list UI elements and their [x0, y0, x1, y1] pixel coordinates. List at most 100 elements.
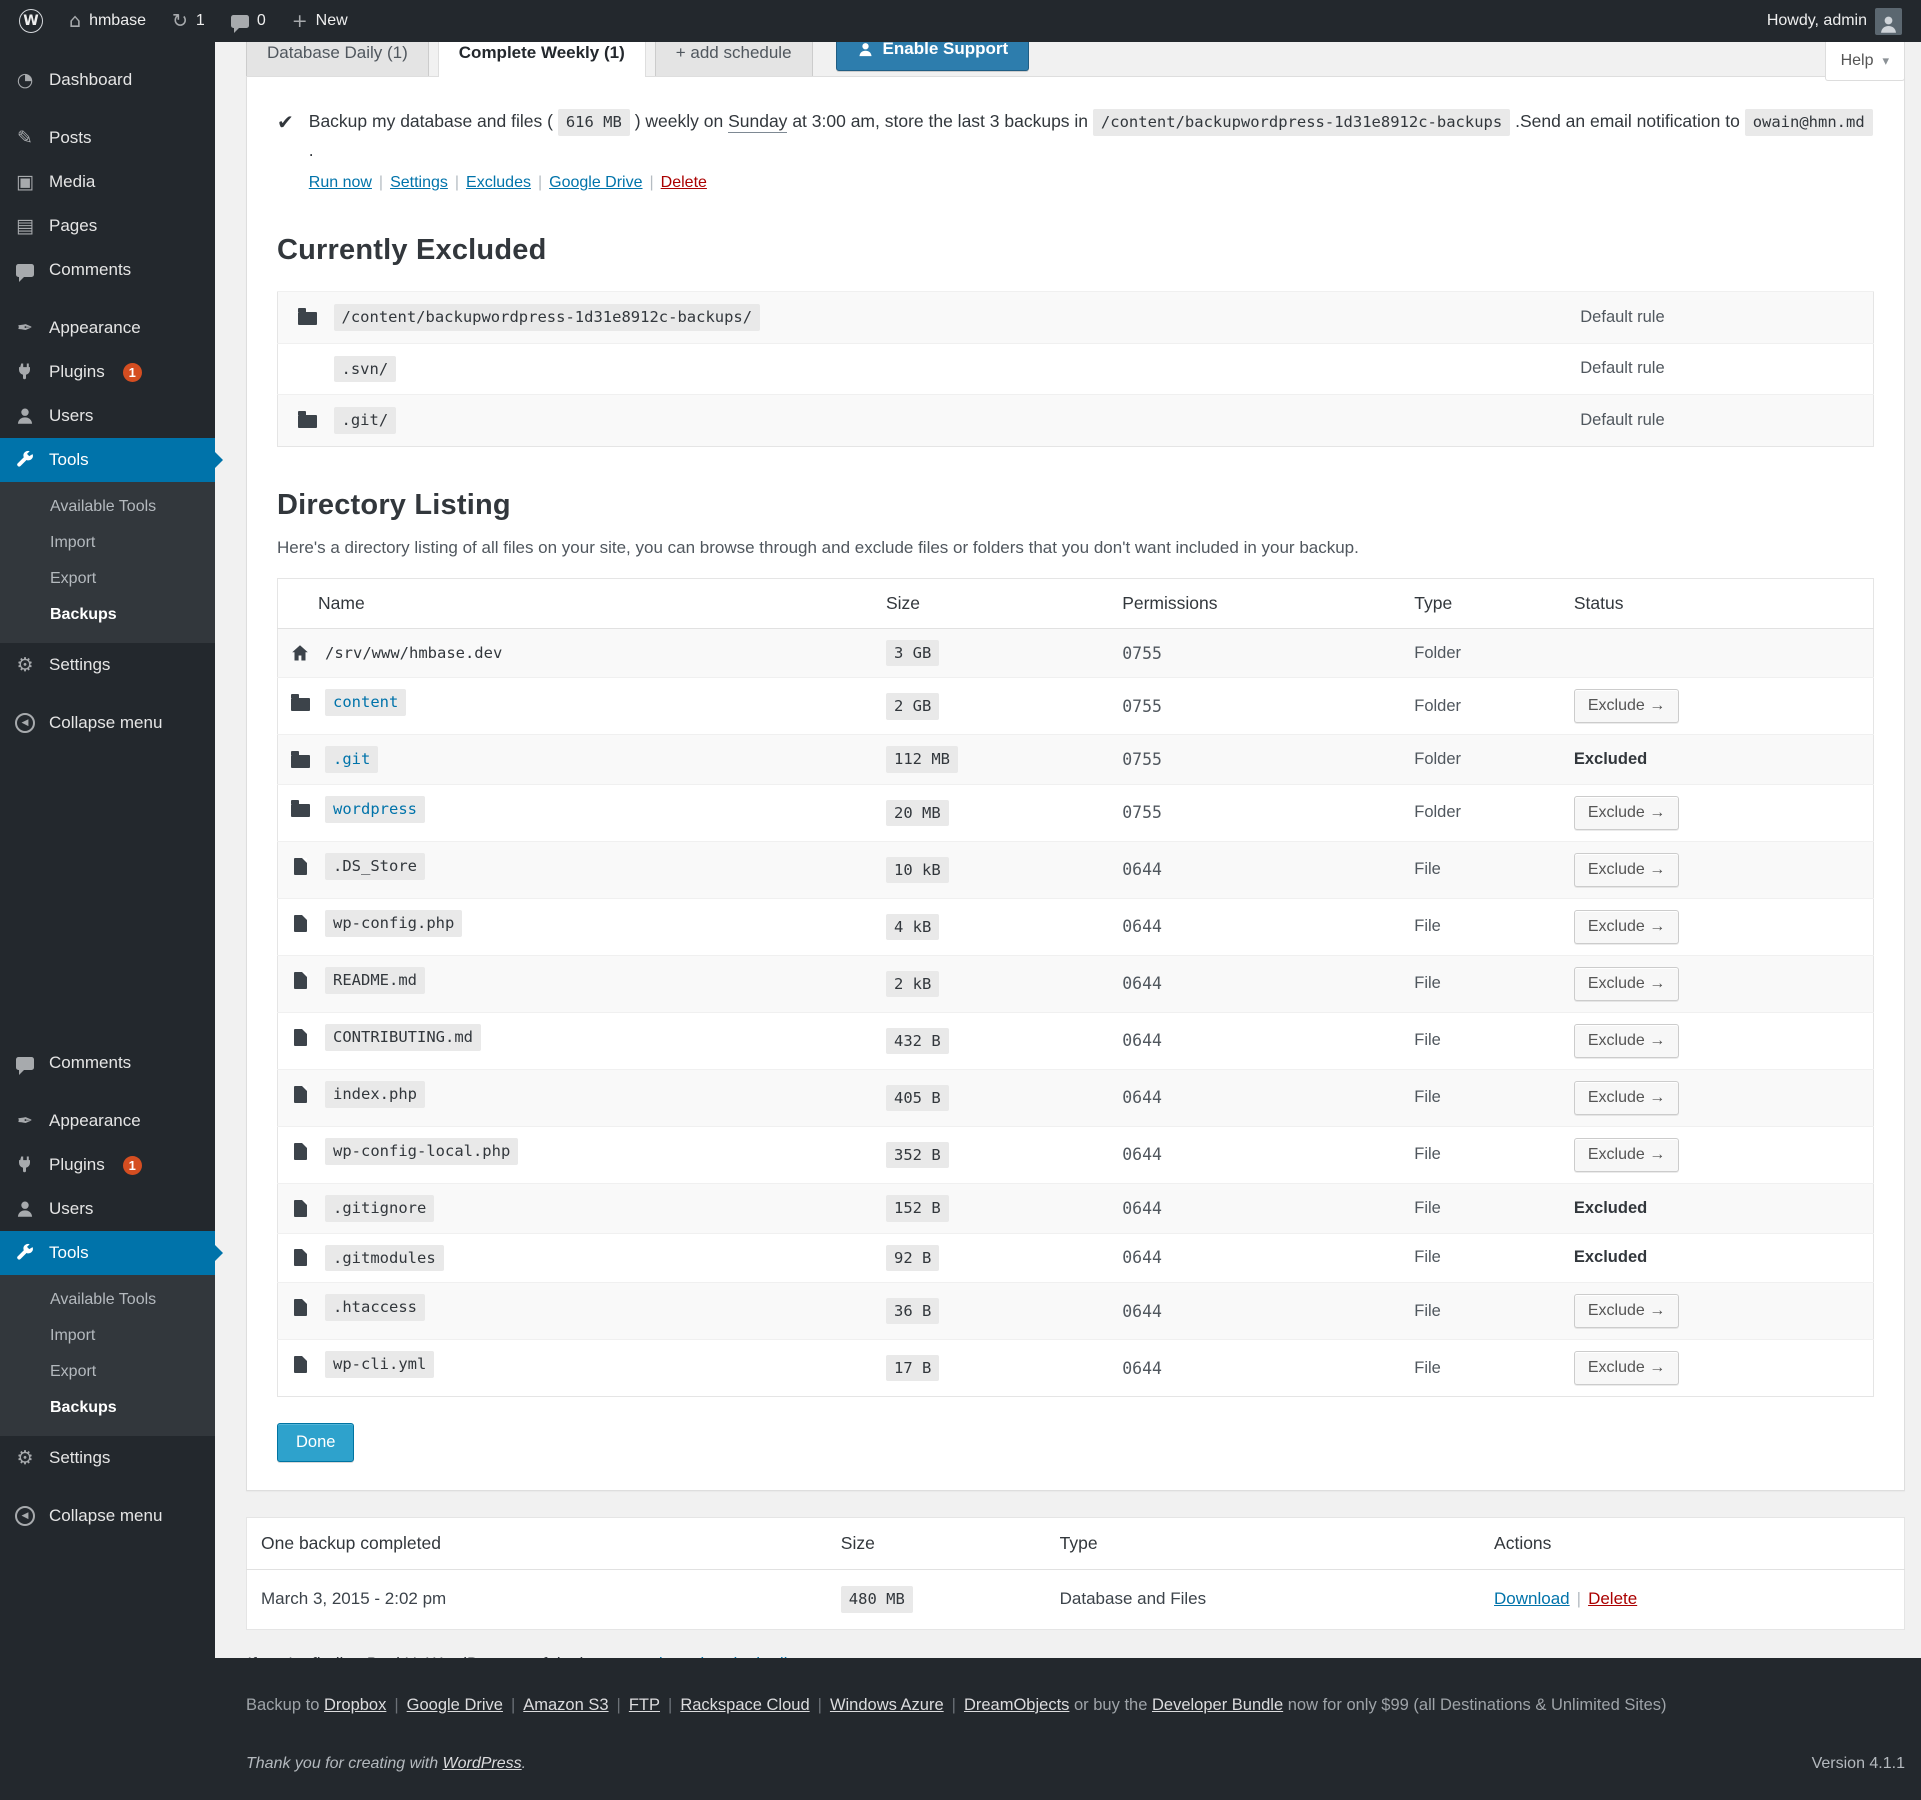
update-icon: ↻ — [171, 10, 188, 32]
submenu-item-available-tools[interactable]: Available Tools — [0, 1282, 215, 1318]
schedule-day[interactable]: Sunday — [728, 111, 788, 133]
account-menu[interactable]: Howdy, admin — [1754, 0, 1915, 42]
file-icon — [293, 1298, 307, 1316]
file-name[interactable]: .DS_Store — [325, 852, 425, 880]
sidebar-item-label: Settings — [49, 1448, 111, 1467]
new-content-menu[interactable]: + New — [279, 0, 361, 42]
site-menu[interactable]: ⌂ hmbase — [56, 0, 159, 42]
row-type-icon — [288, 750, 312, 770]
destination-link[interactable]: Amazon S3 — [523, 1696, 608, 1714]
excluded-label: Excluded — [1573, 750, 1648, 769]
google-drive-link[interactable]: Google Drive — [549, 174, 642, 191]
exclude-button[interactable]: Exclude → — [1573, 966, 1680, 1001]
destination-link[interactable]: DreamObjects — [964, 1696, 1069, 1714]
sidebar-item-settings[interactable]: ⚙ Settings — [0, 643, 215, 687]
sidebar-item-collapse-menu[interactable]: ◀ Collapse menu — [0, 701, 215, 745]
file-name[interactable]: CONTRIBUTING.md — [325, 1023, 481, 1051]
exclude-button[interactable]: Exclude → — [1573, 852, 1680, 887]
sidebar-item-users[interactable]: Users — [0, 394, 215, 438]
developer-bundle-link[interactable]: Developer Bundle — [1152, 1696, 1283, 1714]
sidebar-item-tools[interactable]: Tools — [0, 438, 223, 482]
column-header-actions: Actions — [1480, 1517, 1905, 1571]
exclude-button[interactable]: Exclude → — [1573, 1351, 1680, 1386]
submenu-item-backups[interactable]: Backups — [0, 597, 215, 633]
submenu-item-backups[interactable]: Backups — [0, 1390, 215, 1426]
exclude-button[interactable]: Exclude → — [1573, 1023, 1680, 1058]
backup-date: March 3, 2015 - 2:02 pm — [261, 1589, 447, 1609]
wordpress-link[interactable]: WordPress — [443, 1755, 522, 1772]
row-type-icon — [288, 1354, 312, 1374]
help-button[interactable]: Help ▾ — [1824, 42, 1905, 81]
tools-icon — [17, 1243, 33, 1260]
exclude-button[interactable]: Exclude → — [1573, 1080, 1680, 1115]
file-permissions: 0644 — [1112, 840, 1405, 899]
file-name[interactable]: wp-cli.yml — [325, 1351, 435, 1378]
comments-menu[interactable]: 0 — [218, 0, 279, 42]
directory-table: Name Size Permissions Type Status /srv/w… — [277, 577, 1874, 1398]
sidebar-item-users[interactable]: Users — [0, 1187, 215, 1231]
sidebar-item-collapse-menu[interactable]: ◀ Collapse menu — [0, 1494, 215, 1538]
updates-menu[interactable]: ↻ 1 — [159, 0, 218, 42]
destination-link[interactable]: Rackspace Cloud — [680, 1696, 809, 1714]
submenu-item-import[interactable]: Import — [0, 1318, 215, 1354]
plugins-update-badge: 1 — [122, 1155, 142, 1175]
folder-icon — [290, 750, 310, 768]
row-type-icon — [295, 410, 319, 430]
destination-link[interactable]: Windows Azure — [830, 1696, 944, 1714]
wp-logo-menu[interactable]: W — [6, 0, 56, 42]
file-name[interactable]: README.md — [325, 966, 425, 994]
file-name[interactable]: .htaccess — [325, 1294, 425, 1321]
settings-link[interactable]: Settings — [390, 174, 448, 191]
submenu-item-export[interactable]: Export — [0, 561, 215, 597]
comments-icon — [16, 263, 34, 282]
file-name[interactable]: .gitmodules — [325, 1244, 444, 1272]
sidebar-item-plugins[interactable]: Plugins 1 — [0, 1143, 215, 1187]
sidebar-item-media[interactable]: ▣ Media — [0, 160, 215, 204]
file-name[interactable]: .gitignore — [325, 1194, 435, 1222]
file-name[interactable]: content — [325, 689, 407, 716]
sidebar-item-tools[interactable]: Tools — [0, 1231, 223, 1275]
excludes-link[interactable]: Excludes — [466, 174, 531, 191]
exclude-button[interactable]: Exclude → — [1573, 1137, 1680, 1172]
run-now-link[interactable]: Run now — [309, 174, 372, 191]
sidebar-item-label: Pages — [49, 216, 98, 235]
done-button[interactable]: Done — [277, 1423, 355, 1463]
directory-row: .gitmodules 92 B 0644 File Excluded Excl… — [277, 1232, 1874, 1283]
sidebar-item-appearance[interactable]: ✒ Appearance — [0, 1099, 215, 1143]
delete-backup-link[interactable]: Delete — [1588, 1589, 1637, 1608]
email-chip: owain@hmn.md — [1744, 109, 1873, 136]
destination-link[interactable]: Google Drive — [407, 1696, 503, 1714]
sidebar-item-dashboard[interactable]: ◔ Dashboard — [0, 58, 215, 102]
sidebar-item-settings[interactable]: ⚙ Settings — [0, 1436, 215, 1480]
admin-bar: W ⌂ hmbase ↻ 1 0 + New Howdy, admin — [0, 0, 1921, 42]
sidebar-item-posts[interactable]: ✎ Posts — [0, 116, 215, 160]
file-name[interactable]: .git — [325, 746, 379, 773]
sidebar-item-plugins[interactable]: Plugins 1 — [0, 350, 215, 394]
exclude-button[interactable]: Exclude → — [1573, 689, 1680, 724]
sidebar-item-pages[interactable]: ▤ Pages — [0, 204, 215, 248]
delete-schedule-link[interactable]: Delete — [661, 174, 707, 191]
submenu-item-export[interactable]: Export — [0, 1354, 215, 1390]
folder-icon — [290, 800, 310, 818]
sidebar-item-label: Collapse menu — [49, 713, 163, 732]
file-name[interactable]: /srv/www/hmbase.dev — [325, 640, 502, 667]
file-type: Folder — [1404, 677, 1564, 735]
sidebar-item-appearance[interactable]: ✒ Appearance — [0, 306, 215, 350]
submenu-item-available-tools[interactable]: Available Tools — [0, 489, 215, 525]
sidebar-item-comments[interactable]: Comments — [0, 1041, 215, 1085]
excluded-path: /content/backupwordpress-1d31e8912c-back… — [333, 303, 761, 331]
file-name[interactable]: wordpress — [325, 795, 425, 823]
file-name[interactable]: wp-config-local.php — [325, 1137, 519, 1165]
file-size: 2 kB — [886, 970, 940, 998]
destination-link[interactable]: Dropbox — [324, 1696, 386, 1714]
download-link[interactable]: Download — [1494, 1589, 1570, 1608]
destination-link[interactable]: FTP — [629, 1696, 660, 1714]
submenu-item-import[interactable]: Import — [0, 525, 215, 561]
exclude-button[interactable]: Exclude → — [1573, 909, 1680, 944]
exclude-button[interactable]: Exclude → — [1573, 1294, 1680, 1329]
file-name[interactable]: wp-config.php — [325, 909, 463, 937]
file-name[interactable]: index.php — [325, 1080, 425, 1108]
site-name: hmbase — [89, 12, 146, 29]
sidebar-item-comments[interactable]: Comments — [0, 248, 215, 292]
exclude-button[interactable]: Exclude → — [1573, 795, 1680, 830]
